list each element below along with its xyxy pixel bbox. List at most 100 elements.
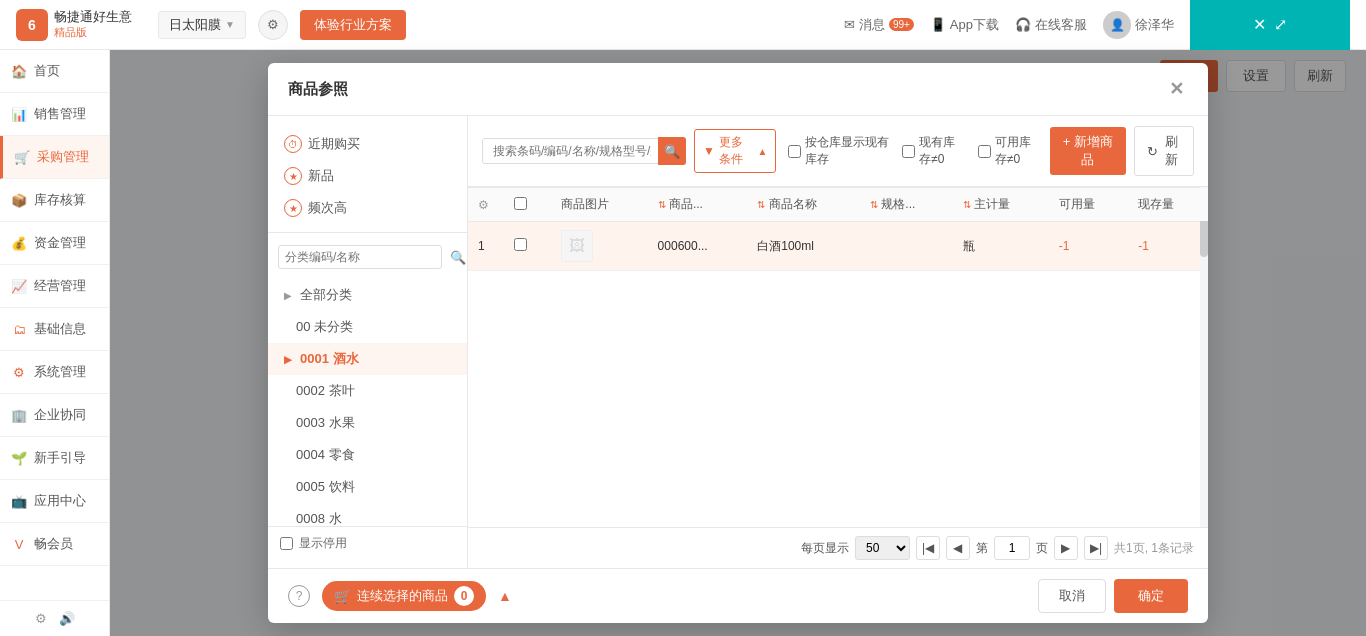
display-disabled-row: 显示停用 xyxy=(268,526,467,560)
category-0003[interactable]: 0003 水果 xyxy=(268,407,467,439)
page-suffix: 页 xyxy=(1036,540,1048,557)
checkbox-current-input[interactable] xyxy=(902,145,915,158)
app-download-nav-item[interactable]: 📱 App下载 xyxy=(930,16,999,34)
display-disabled-checkbox[interactable] xyxy=(280,537,293,550)
confirm-button[interactable]: 确定 xyxy=(1114,579,1188,613)
sidebar-item-operations[interactable]: 📈 经营管理 xyxy=(0,265,109,308)
checkbox-warehouse-stock[interactable]: 按仓库显示现有库存 xyxy=(788,134,890,168)
category-00[interactable]: 00 未分类 xyxy=(268,311,467,343)
chevron-up-icon[interactable]: ▲ xyxy=(498,588,512,604)
last-page-button[interactable]: ▶| xyxy=(1084,536,1108,560)
trial-button[interactable]: 体验行业方案 xyxy=(300,10,406,40)
category-0005[interactable]: 0005 饮料 xyxy=(268,471,467,503)
category-all[interactable]: ▶ 全部分类 xyxy=(268,279,467,311)
checkbox-current-stock[interactable]: 现有库存≠0 xyxy=(902,134,966,168)
cell-stock: -1 xyxy=(1128,222,1208,271)
filter-button[interactable]: ▼ 更多条件 ▲ xyxy=(694,129,776,173)
info-icon: 🗂 xyxy=(10,320,28,338)
sidebar-label-purchase: 采购管理 xyxy=(37,148,89,166)
top-navigation: 6 畅捷通好生意 精品版 日太阳膜 ▼ ⚙ 体验行业方案 ✉ 消息 99+ 📱 … xyxy=(0,0,1366,50)
help-button[interactable]: ? xyxy=(288,585,310,607)
product-search-input[interactable] xyxy=(482,138,662,164)
first-page-button[interactable]: |◀ xyxy=(916,536,940,560)
product-search-button[interactable]: 🔍 xyxy=(658,137,686,165)
next-page-button[interactable]: ▶ xyxy=(1054,536,1078,560)
category-0002[interactable]: 0002 茶叶 xyxy=(268,375,467,407)
refresh-label: 刷新 xyxy=(1162,133,1181,169)
settings-bottom-icon[interactable]: ⚙ xyxy=(35,611,47,626)
table-settings-icon[interactable]: ⚙ xyxy=(478,198,489,212)
sidebar-item-finance[interactable]: 💰 资金管理 xyxy=(0,222,109,265)
quick-new-products[interactable]: ★ 新品 xyxy=(268,160,467,192)
row-checkbox[interactable] xyxy=(514,238,527,251)
category-0004[interactable]: 0004 零食 xyxy=(268,439,467,471)
store-dropdown[interactable]: 日太阳膜 ▼ xyxy=(158,11,246,39)
mobile-icon: 📱 xyxy=(930,17,946,32)
sidebar-item-inventory[interactable]: 📦 库存核算 xyxy=(0,179,109,222)
prev-page-button[interactable]: ◀ xyxy=(946,536,970,560)
online-service-nav-item[interactable]: 🎧 在线客服 xyxy=(1015,16,1087,34)
table-body: 1 🖼 xyxy=(468,222,1208,271)
table-row[interactable]: 1 🖼 xyxy=(468,222,1208,271)
sidebar-item-home[interactable]: 🏠 首页 xyxy=(0,50,109,93)
sidebar-item-sales[interactable]: 📊 销售管理 xyxy=(0,93,109,136)
scrollbar-track[interactable] xyxy=(1200,187,1208,527)
guide-icon: 🌱 xyxy=(10,449,28,467)
sidebar-item-guide[interactable]: 🌱 新手引导 xyxy=(0,437,109,480)
right-panel: 🔍 ▼ 更多条件 ▲ 按仓库显示现有库存 xyxy=(468,116,1208,568)
sidebar-item-info[interactable]: 🗂 基础信息 xyxy=(0,308,109,351)
settings-gear-button[interactable]: ⚙ xyxy=(258,10,288,40)
cell-image: 🖼 xyxy=(551,222,648,271)
column-image: 商品图片 xyxy=(551,188,648,222)
store-name: 日太阳膜 xyxy=(169,16,221,34)
sidebar-label-member: 畅会员 xyxy=(34,535,73,553)
page-number-input[interactable] xyxy=(994,536,1030,560)
modal-body: ⏱ 近期购买 ★ 新品 ★ 频次高 xyxy=(268,116,1208,568)
quick-recent-purchase[interactable]: ⏱ 近期购买 xyxy=(268,128,467,160)
user-nav-item[interactable]: 👤 徐泽华 xyxy=(1103,11,1174,39)
left-panel: ⏱ 近期购买 ★ 新品 ★ 频次高 xyxy=(268,116,468,568)
messages-nav-item[interactable]: ✉ 消息 99+ xyxy=(844,16,914,34)
select-all-checkbox[interactable] xyxy=(514,197,527,210)
sidebar-label-finance: 资金管理 xyxy=(34,234,86,252)
category-search-icon[interactable]: 🔍 xyxy=(446,245,470,269)
category-0008[interactable]: 0008 水 xyxy=(268,503,467,526)
cart-badge[interactable]: 🛒 连续选择的商品 0 xyxy=(322,581,486,611)
sidebar-item-purchase[interactable]: 🛒 采购管理 xyxy=(0,136,109,179)
cell-available: -1 xyxy=(1049,222,1129,271)
checkbox-warehouse-input[interactable] xyxy=(788,145,801,158)
apps-icon: 📺 xyxy=(10,492,28,510)
app-download-label: App下载 xyxy=(950,16,999,34)
table-header-row: ⚙ 商品图片 xyxy=(468,188,1208,222)
filter-checkboxes: 按仓库显示现有库存 现有库存≠0 可用库存≠0 xyxy=(788,134,1041,168)
per-page-select[interactable]: 50 100 200 xyxy=(855,536,910,560)
system-icon: ⚙ xyxy=(10,363,28,381)
modal-close-button[interactable]: ✕ xyxy=(1164,77,1188,101)
column-name[interactable]: ⇅ 商品名称 xyxy=(747,188,860,222)
category-search-input[interactable] xyxy=(278,245,442,269)
message-label: 消息 xyxy=(859,16,885,34)
refresh-button[interactable]: ↻ 刷新 xyxy=(1134,126,1194,176)
username: 徐泽华 xyxy=(1135,16,1174,34)
modal-title: 商品参照 xyxy=(288,80,348,99)
logo-sub: 精品版 xyxy=(54,25,132,40)
cancel-button[interactable]: 取消 xyxy=(1038,579,1106,613)
category-0002-label: 0002 茶叶 xyxy=(296,382,355,400)
column-code[interactable]: ⇅ 商品... xyxy=(648,188,748,222)
sidebar-item-enterprise[interactable]: 🏢 企业协同 xyxy=(0,394,109,437)
quick-high-frequency[interactable]: ★ 频次高 xyxy=(268,192,467,224)
sidebar-item-member[interactable]: V 畅会员 xyxy=(0,523,109,566)
sidebar-label-guide: 新手引导 xyxy=(34,449,86,467)
sidebar-item-apps[interactable]: 📺 应用中心 xyxy=(0,480,109,523)
product-table-container: ⚙ 商品图片 xyxy=(468,187,1208,527)
column-checkbox xyxy=(504,188,551,222)
category-0001[interactable]: ▶ 0001 酒水 xyxy=(268,343,467,375)
sidebar-item-system[interactable]: ⚙ 系统管理 xyxy=(0,351,109,394)
column-unit[interactable]: ⇅ 主计量 xyxy=(953,188,1049,222)
volume-icon[interactable]: 🔊 xyxy=(59,611,75,626)
checkbox-available-stock[interactable]: 可用库存≠0 xyxy=(978,134,1042,168)
sidebar-bottom: ⚙ 🔊 xyxy=(0,600,109,636)
checkbox-available-input[interactable] xyxy=(978,145,991,158)
column-spec[interactable]: ⇅ 规格... xyxy=(860,188,953,222)
add-product-button[interactable]: + 新增商品 xyxy=(1050,127,1126,175)
